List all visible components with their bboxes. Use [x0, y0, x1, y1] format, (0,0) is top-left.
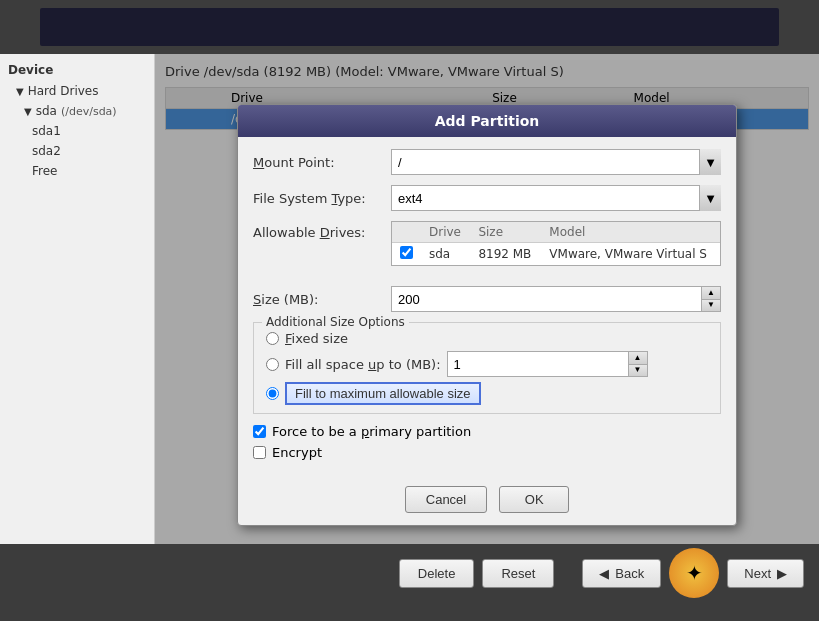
fill-space-input[interactable] — [447, 351, 628, 377]
size-label: Size (MB): — [253, 292, 383, 307]
size-input[interactable] — [391, 286, 701, 312]
mount-point-label-text: Mount Point: — [253, 155, 335, 170]
sda-label: sda — [36, 104, 57, 118]
allowable-drives-row: Allowable Drives: Drive Size — [253, 221, 721, 276]
bottom-bar: Delete Reset ◀ Back ✦ Next ▶ — [0, 544, 819, 602]
next-label: Next — [744, 566, 771, 581]
next-button[interactable]: Next ▶ — [727, 559, 804, 588]
add-partition-dialog: Add Partition Mount Point: / /boot — [237, 104, 737, 526]
fixed-size-row: Fixed size — [266, 331, 708, 346]
additional-size-options: Additional Size Options Fixed size Fill … — [253, 322, 721, 414]
drive-checkbox[interactable] — [400, 246, 413, 259]
drives-table-container: Drive Size Model — [391, 221, 721, 266]
sidebar-item-hard-drives[interactable]: ▼ Hard Drives — [0, 81, 154, 101]
mount-point-label: Mount Point: — [253, 155, 383, 170]
reset-button[interactable]: Reset — [482, 559, 554, 588]
filesystem-type-row: File System Type: ext4 ext3 ext2 xfs btr… — [253, 185, 721, 211]
sidebar-header: Device — [0, 59, 154, 81]
delete-button[interactable]: Delete — [399, 559, 475, 588]
filesystem-type-select[interactable]: ext4 ext3 ext2 xfs btrfs swap — [391, 185, 721, 211]
fill-space-radio[interactable] — [266, 358, 279, 371]
sda2-label: sda2 — [32, 144, 61, 158]
drives-col-radio — [392, 222, 421, 243]
content-area: Drive /dev/sda (8192 MB) (Model: VMware,… — [155, 54, 819, 544]
fill-space-decrement-button[interactable]: ▼ — [629, 365, 647, 377]
dialog-body: Mount Point: / /boot /home /var swap — [238, 137, 736, 478]
sidebar-item-sda[interactable]: ▼ sda (/dev/sda) — [0, 101, 154, 121]
sda-path: (/dev/sda) — [61, 105, 117, 118]
drives-col-model: Model — [541, 222, 720, 243]
filesystem-type-select-wrapper: ext4 ext3 ext2 xfs btrfs swap ▼ — [391, 185, 721, 211]
logo-icon: ✦ — [686, 561, 703, 585]
sidebar-item-sda2[interactable]: sda2 — [0, 141, 154, 161]
allowable-drives-label: Allowable Drives: — [253, 221, 383, 240]
size-row: Size (MB): ▲ ▼ — [253, 286, 721, 312]
drives-row-check — [392, 243, 421, 266]
size-spinner: ▲ ▼ — [391, 286, 721, 312]
fixed-size-radio[interactable] — [266, 332, 279, 345]
fill-max-button[interactable]: Fill to maximum allowable size — [285, 382, 481, 405]
hard-drives-label: Hard Drives — [28, 84, 99, 98]
expand-arrow-icon: ▼ — [16, 86, 24, 97]
encrypt-checkbox[interactable] — [253, 446, 266, 459]
dialog-overlay: Add Partition Mount Point: / /boot — [155, 54, 819, 544]
fixed-size-label: Fixed size — [285, 331, 348, 346]
size-increment-button[interactable]: ▲ — [702, 287, 720, 300]
top-bar — [40, 8, 779, 46]
fill-space-spinner-buttons: ▲ ▼ — [628, 351, 648, 377]
mount-point-select[interactable]: / /boot /home /var swap — [391, 149, 721, 175]
fill-space-spinner: ▲ ▼ — [447, 351, 648, 377]
ok-button[interactable]: OK — [499, 486, 569, 513]
sidebar-item-sda1[interactable]: sda1 — [0, 121, 154, 141]
encrypt-row: Encrypt — [253, 445, 721, 460]
back-label: Back — [615, 566, 644, 581]
force-primary-label: Force to be a primary partition — [272, 424, 471, 439]
force-primary-checkbox[interactable] — [253, 425, 266, 438]
expand-arrow-sda-icon: ▼ — [24, 106, 32, 117]
drives-table: Drive Size Model — [392, 222, 720, 265]
encrypt-label: Encrypt — [272, 445, 322, 460]
size-label-text: Size (MB): — [253, 292, 319, 307]
cancel-button[interactable]: Cancel — [405, 486, 487, 513]
size-spinner-buttons: ▲ ▼ — [701, 286, 721, 312]
back-arrow-icon: ◀ — [599, 566, 609, 581]
main-area: Device ▼ Hard Drives ▼ sda (/dev/sda) sd… — [0, 54, 819, 544]
nav-buttons: ◀ Back ✦ Next ▶ — [582, 548, 804, 598]
dialog-title: Add Partition — [238, 105, 736, 137]
mount-point-row: Mount Point: / /boot /home /var swap — [253, 149, 721, 175]
fill-max-radio[interactable] — [266, 387, 279, 400]
drives-col-drive: Drive — [421, 222, 470, 243]
center-logo: ✦ — [669, 548, 719, 598]
sidebar-item-free[interactable]: Free — [0, 161, 154, 181]
back-button[interactable]: ◀ Back — [582, 559, 661, 588]
size-decrement-button[interactable]: ▼ — [702, 300, 720, 312]
filesystem-type-label: File System Type: — [253, 191, 383, 206]
drives-row-name: sda — [421, 243, 470, 266]
fill-space-label: Fill all space up to (MB): — [285, 357, 441, 372]
force-primary-row: Force to be a primary partition — [253, 424, 721, 439]
fill-space-increment-button[interactable]: ▲ — [629, 352, 647, 365]
dialog-buttons: Cancel OK — [238, 478, 736, 525]
next-arrow-icon: ▶ — [777, 566, 787, 581]
size-options-legend: Additional Size Options — [262, 315, 409, 329]
drives-row-size: 8192 MB — [470, 243, 541, 266]
sidebar: Device ▼ Hard Drives ▼ sda (/dev/sda) sd… — [0, 54, 155, 544]
fill-max-row: Fill to maximum allowable size — [266, 382, 708, 405]
drives-col-size: Size — [470, 222, 541, 243]
mount-point-select-wrapper: / /boot /home /var swap ▼ — [391, 149, 721, 175]
fill-space-row: Fill all space up to (MB): ▲ ▼ — [266, 351, 708, 377]
sda1-label: sda1 — [32, 124, 61, 138]
drives-table-row[interactable]: sda 8192 MB VMware, VMware Virtual S — [392, 243, 720, 266]
filesystem-type-label-text: File System Type: — [253, 191, 366, 206]
allowable-drives-label-text: Allowable Drives: — [253, 225, 366, 240]
free-label: Free — [32, 164, 57, 178]
drives-row-model: VMware, VMware Virtual S — [541, 243, 720, 266]
